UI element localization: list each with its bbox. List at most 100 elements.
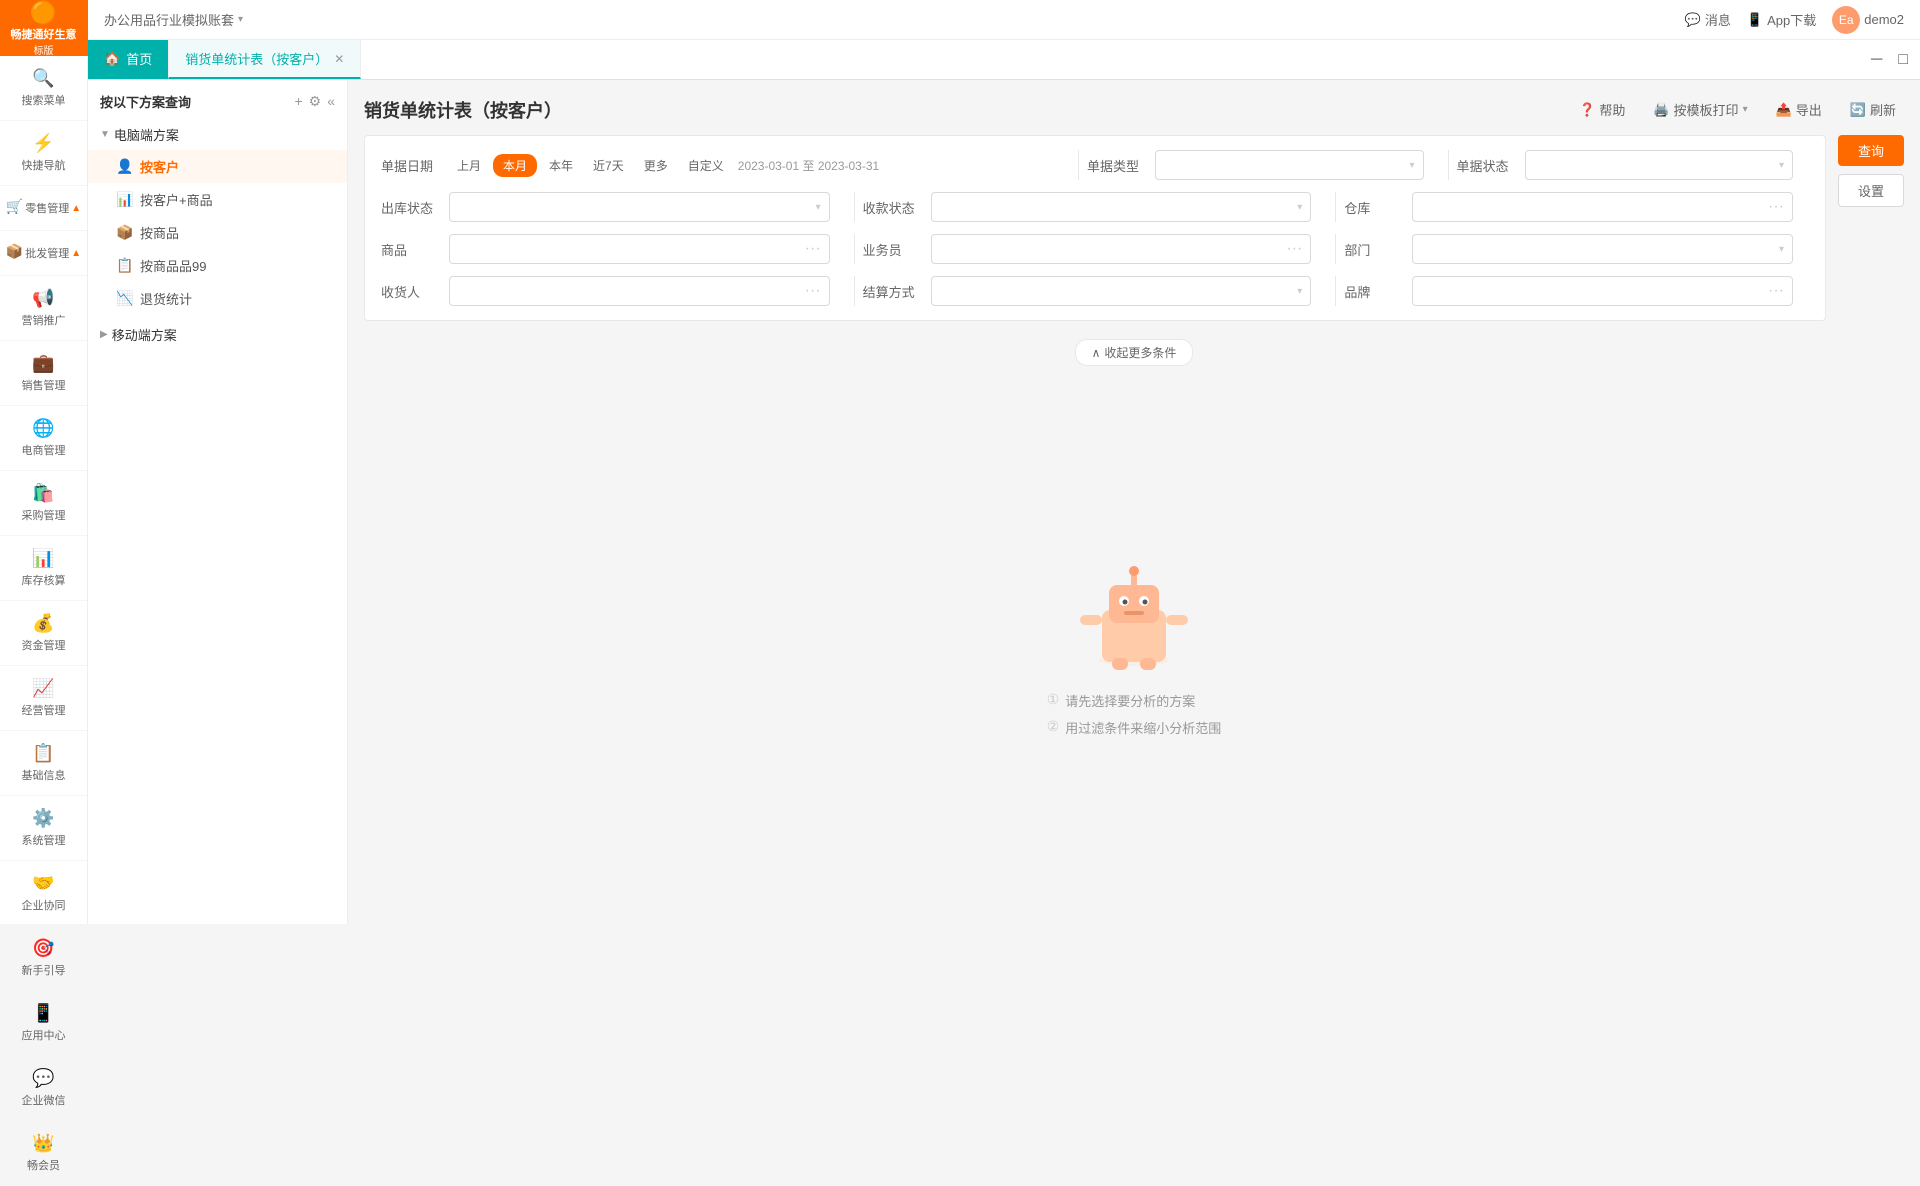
sidebar-item-ecommerce[interactable]: 🌐 电商管理 (0, 406, 87, 471)
topbar-chevron-icon[interactable]: ▾ (238, 14, 243, 25)
print-button[interactable]: 🖨️ 按模板打印 ▾ (1645, 96, 1755, 123)
date-btn-custom[interactable]: 自定义 (680, 154, 732, 177)
scheme-item-by-customer[interactable]: 👤 按客户 (88, 150, 347, 183)
settings-button[interactable]: 设置 (1838, 174, 1904, 207)
tabs-actions: ─ □ (1867, 40, 1920, 79)
sidebar-item-purchase[interactable]: 🛍️ 采购管理 (0, 471, 87, 536)
filter-salesman-input[interactable]: ··· (931, 234, 1312, 264)
scheme-item-by-goods[interactable]: 📦 按商品 (88, 216, 347, 249)
filter-out-status-input[interactable]: ▾ (449, 192, 830, 222)
settings-scheme-button[interactable]: ⚙ (309, 93, 322, 110)
topbar: 办公用品行业模拟账套 ▾ 💬 消息 📱 App下载 Ea demo2 (88, 0, 1920, 40)
scheme-group-pc-header[interactable]: ▼ 电脑端方案 (88, 119, 347, 150)
sidebar-item-finance[interactable]: 💰 资金管理 (0, 601, 87, 666)
filter-receive-status-input[interactable]: ▾ (931, 192, 1312, 222)
wechat-icon: 💬 (32, 1068, 54, 1089)
help-icon: ❓ (1579, 102, 1595, 118)
scheme-item-by-customer-goods[interactable]: 📊 按客户+商品 (88, 183, 347, 216)
help-button[interactable]: ❓ 帮助 (1571, 96, 1633, 123)
filter-sep-7 (854, 276, 855, 306)
scheme-item-return-stat[interactable]: 📉 退货统计 (88, 282, 347, 315)
filter-status-input[interactable]: ▾ (1525, 150, 1794, 180)
filter-warehouse-input[interactable]: ··· (1412, 192, 1793, 222)
wholesale-icon: 📦 (6, 243, 23, 260)
page-actions: ❓ 帮助 🖨️ 按模板打印 ▾ 📤 导出 🔄 刷新 (1571, 96, 1904, 123)
refresh-button[interactable]: 🔄 刷新 (1842, 96, 1904, 123)
tab-minimize-button[interactable]: ─ (1867, 47, 1886, 73)
sidebar-item-operations[interactable]: 📈 经营管理 (0, 666, 87, 731)
filter-sep-1 (1078, 150, 1079, 180)
sidebar-item-system[interactable]: ⚙️ 系统管理 (0, 796, 87, 861)
scheme-item-by-goods-99[interactable]: 📋 按商品品99 (88, 249, 347, 282)
tab-close-icon[interactable]: ✕ (334, 52, 344, 66)
filter-sep-4 (1335, 192, 1336, 222)
sidebar-item-quick-nav[interactable]: ⚡ 快捷导航 (0, 121, 87, 186)
collapse-more-button[interactable]: ∧ 收起更多条件 (1075, 339, 1194, 366)
filter-receiver-input[interactable]: ··· (449, 276, 830, 306)
filter-payment-input[interactable]: ▾ (931, 276, 1312, 306)
filter-dept-input[interactable]: ▾ (1412, 234, 1793, 264)
corp-icon: 🤝 (32, 873, 54, 894)
warehouse-dots[interactable]: ··· (1768, 198, 1784, 216)
filter-row-4: 收货人 ··· 结算方式 ▾ (381, 276, 1809, 306)
filter-goods-input[interactable]: ··· (449, 234, 830, 264)
quick-nav-icon: ⚡ (32, 133, 54, 154)
print-icon: 🖨️ (1653, 102, 1669, 118)
app-logo[interactable]: 🟠 畅捷通好生意 标版 (0, 0, 88, 56)
filter-brand-input[interactable]: ··· (1412, 276, 1793, 306)
sidebar-item-basic[interactable]: 📋 基础信息 (0, 731, 87, 796)
content-area: 按以下方案查询 + ⚙ « ▼ 电脑端方案 👤 按客户 📊 (88, 80, 1920, 924)
sidebar-item-corp[interactable]: 🤝 企业协同 (0, 861, 87, 926)
filter-row-1: 单据日期 上月 本月 本年 近7天 更多 自定义 (381, 150, 1809, 180)
right-panel: 销货单统计表（按客户） ❓ 帮助 🖨️ 按模板打印 ▾ 📤 导出 (348, 80, 1920, 924)
date-btn-last-month[interactable]: 上月 (449, 154, 489, 177)
guide-icon: 🎯 (32, 938, 54, 959)
date-btn-this-month[interactable]: 本月 (493, 154, 537, 177)
app-sub-text: 标版 (34, 42, 54, 57)
collapse-panel-button[interactable]: « (327, 93, 335, 110)
out-status-dropdown-icon: ▾ (816, 202, 821, 213)
sidebar-item-guide[interactable]: 🎯 新手引导 (0, 926, 87, 991)
empty-hint-1: ① 请先选择要分析的方案 (1047, 691, 1222, 710)
sidebar-item-wechat[interactable]: 💬 企业微信 (0, 1056, 87, 1121)
sidebar-item-wholesale[interactable]: 📦 批发管理 ▲ (0, 231, 87, 276)
action-buttons: 查询 设置 (1838, 135, 1904, 321)
receiver-dots[interactable]: ··· (805, 282, 821, 300)
sidebar-item-search[interactable]: 🔍 搜索菜单 (0, 56, 87, 121)
date-btn-more[interactable]: 更多 (636, 154, 676, 177)
filter-type-input[interactable]: ▾ (1155, 150, 1424, 180)
collapse-row: ∧ 收起更多条件 (364, 333, 1904, 372)
salesman-dots[interactable]: ··· (1286, 240, 1302, 258)
tab-home[interactable]: 🏠 首页 (88, 40, 169, 79)
sidebar-item-member[interactable]: 👑 畅会员 (0, 1121, 87, 1186)
filter-cell-brand: 品牌 ··· (1344, 276, 1809, 306)
page-title: 销货单统计表（按客户） (364, 97, 562, 123)
operations-icon: 📈 (32, 678, 54, 699)
message-button[interactable]: 💬 消息 (1685, 10, 1731, 29)
app-download-button[interactable]: 📱 App下载 (1747, 10, 1816, 29)
filter-cell-warehouse: 仓库 ··· (1344, 192, 1809, 222)
sidebar-item-inventory[interactable]: 📊 库存核算 (0, 536, 87, 601)
tab-sales-stat[interactable]: 销货单统计表（按客户） ✕ (169, 40, 361, 79)
date-quick-buttons: 上月 本月 本年 近7天 更多 自定义 (449, 154, 732, 177)
sidebar-item-sales[interactable]: 💼 销售管理 (0, 341, 87, 406)
sidebar-item-retail[interactable]: 🛒 零售管理 ▲ (0, 186, 87, 231)
date-btn-this-year[interactable]: 本年 (541, 154, 581, 177)
query-button[interactable]: 查询 (1838, 135, 1904, 166)
scheme-group-mobile-header[interactable]: ▶ 移动端方案 (88, 319, 347, 350)
goods-dots[interactable]: ··· (805, 240, 821, 258)
empty-state: ① 请先选择要分析的方案 ② 用过滤条件来缩小分析范围 (364, 384, 1904, 908)
brand-dots[interactable]: ··· (1768, 282, 1784, 300)
sidebar-item-marketing[interactable]: 📢 营销推广 (0, 276, 87, 341)
sidebar-item-appcenter[interactable]: 📱 应用中心 (0, 991, 87, 1056)
export-button[interactable]: 📤 导出 (1768, 96, 1830, 123)
add-scheme-button[interactable]: + (294, 93, 302, 110)
date-btn-7days[interactable]: 近7天 (585, 154, 632, 177)
user-menu[interactable]: Ea demo2 (1832, 6, 1904, 34)
filter-sep-2 (1448, 150, 1449, 180)
collapse-up-icon: ∧ (1092, 346, 1101, 360)
tab-maximize-button[interactable]: □ (1894, 47, 1912, 73)
main-area: 办公用品行业模拟账套 ▾ 💬 消息 📱 App下载 Ea demo2 🏠 首页 … (88, 0, 1920, 924)
sales-icon: 💼 (32, 353, 54, 374)
finance-icon: 💰 (32, 613, 54, 634)
